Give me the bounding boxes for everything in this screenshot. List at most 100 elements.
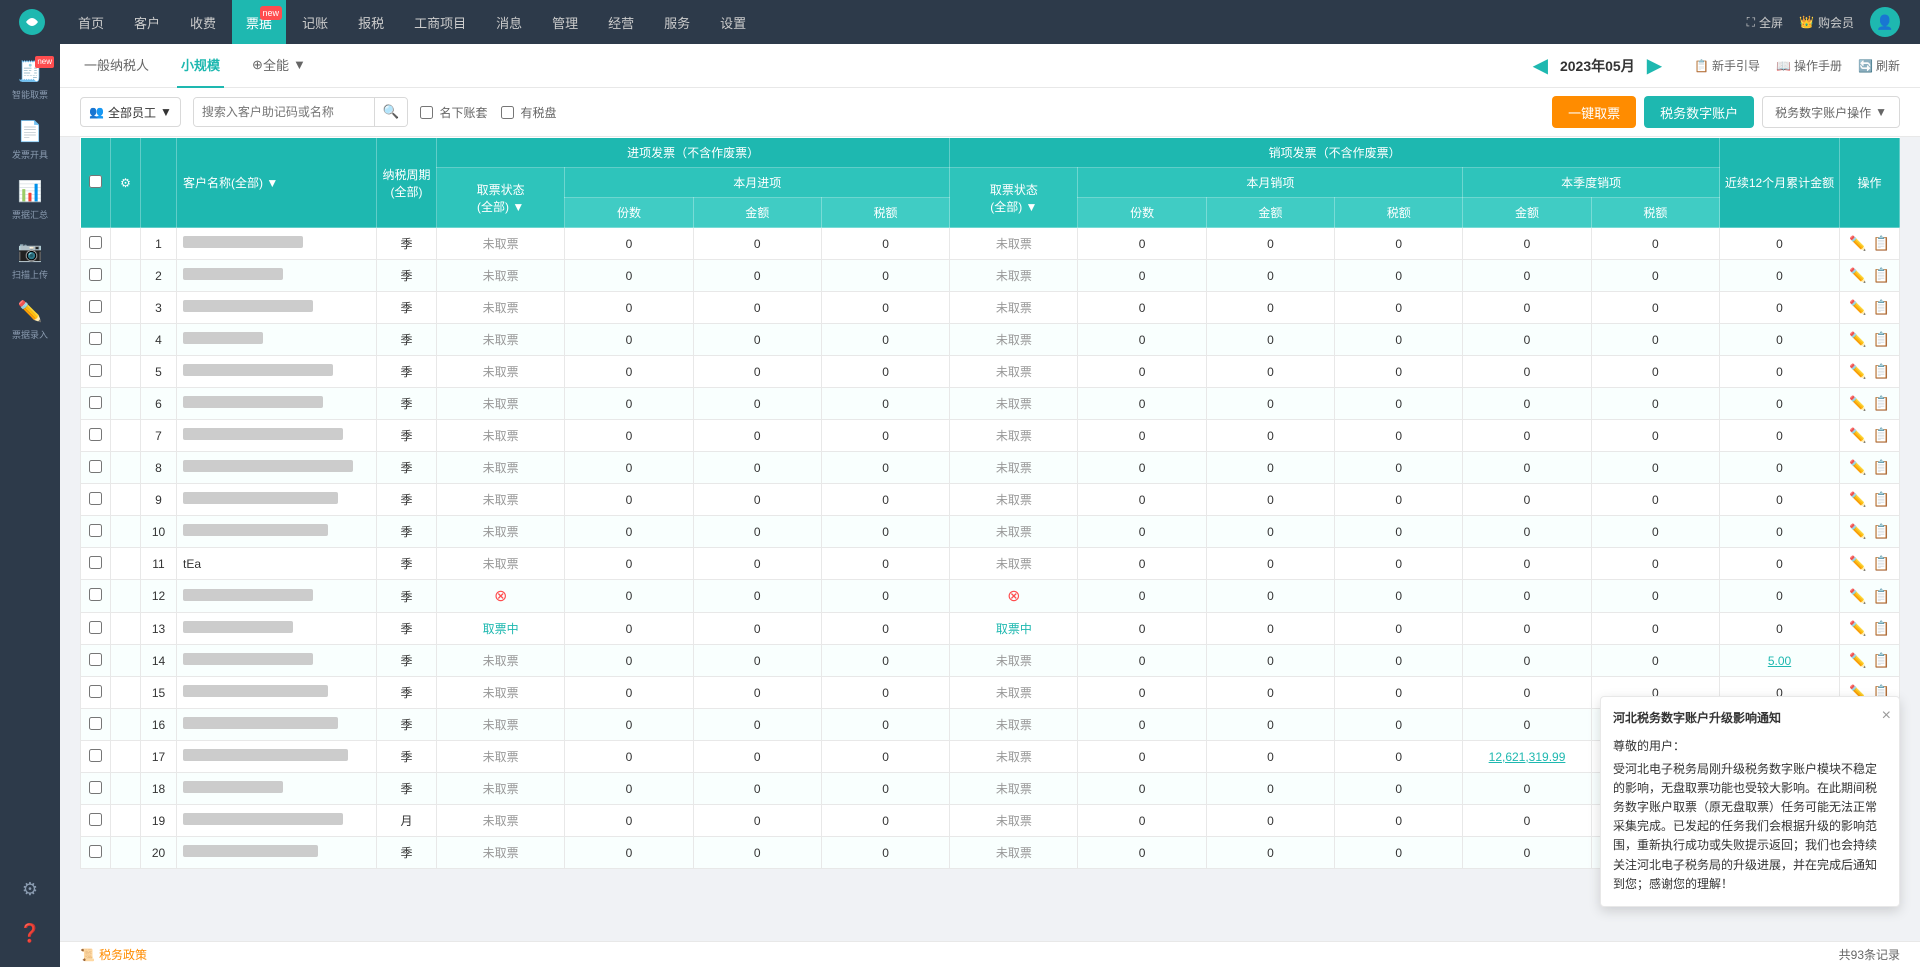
row-checkbox[interactable] [89,460,102,473]
checkbox-account[interactable] [420,106,433,119]
edit-icon[interactable]: ✏️ [1849,588,1866,605]
select-all-checkbox[interactable] [89,175,102,188]
new-guide-btn[interactable]: 📋 新手引导 [1694,57,1760,74]
sub-nav-general[interactable]: 一般纳税人 [80,44,153,88]
copy-icon[interactable]: 📋 [1873,395,1890,412]
copy-icon[interactable]: 📋 [1873,299,1890,316]
row-qtr-amount: 0 [1463,292,1591,324]
sidebar-scan-upload[interactable]: 📷 扫描上传 [2,232,58,288]
avatar[interactable]: 👤 [1870,7,1900,37]
row-qtr-amount: 0 [1463,388,1591,420]
edit-icon[interactable]: ✏️ [1849,491,1866,508]
edit-icon[interactable]: ✏️ [1849,235,1866,252]
row-checkbox[interactable] [89,781,102,794]
row-checkbox[interactable] [89,364,102,377]
settings-icon[interactable]: ⚙ [120,176,131,190]
prev-month-btn[interactable]: ◀ [1533,53,1548,78]
edit-icon[interactable]: ✏️ [1849,427,1866,444]
nav-settings[interactable]: 设置 [706,0,760,44]
copy-icon[interactable]: 📋 [1873,235,1890,252]
row-checkbox[interactable] [89,396,102,409]
nav-message[interactable]: 消息 [482,0,536,44]
staff-filter[interactable]: 👥 全部员工 ▼ [80,97,181,127]
row-actions: ✏️ 📋 [1840,228,1900,260]
edit-icon[interactable]: ✏️ [1849,523,1866,540]
copy-icon[interactable]: 📋 [1873,588,1890,605]
copy-icon[interactable]: 📋 [1873,491,1890,508]
notification-close-btn[interactable]: × [1882,703,1891,729]
row-checkbox[interactable] [89,653,102,666]
edit-icon[interactable]: ✏️ [1849,459,1866,476]
copy-icon[interactable]: 📋 [1873,555,1890,572]
copy-icon[interactable]: 📋 [1873,523,1890,540]
nav-business[interactable]: 工商项目 [400,0,480,44]
copy-icon[interactable]: 📋 [1873,267,1890,284]
sidebar-invoice-summary[interactable]: 📊 票据汇总 [2,172,58,228]
refresh-btn[interactable]: 🔄 刷新 [1858,57,1900,74]
row-checkbox[interactable] [89,268,102,281]
row-in-amount: 0 [693,292,821,324]
row-period: 季 [377,420,437,452]
row-checkbox[interactable] [89,685,102,698]
sidebar-question-btn[interactable]: ❓ [12,915,48,951]
nav-manage[interactable]: 管理 [538,0,592,44]
nav-operation[interactable]: 经营 [594,0,648,44]
edit-icon[interactable]: ✏️ [1849,555,1866,572]
sidebar-smart-invoice[interactable]: 🧾 智能取票 new [2,52,58,108]
copy-icon[interactable]: 📋 [1873,363,1890,380]
copy-icon[interactable]: 📋 [1873,427,1890,444]
row-checkbox[interactable] [89,428,102,441]
row-checkbox[interactable] [89,749,102,762]
row-checkbox[interactable] [89,524,102,537]
vip-btn[interactable]: 👑 购会员 [1799,14,1854,31]
copy-icon[interactable]: 📋 [1873,331,1890,348]
sub-nav-all[interactable]: ⊕ 全能 ▼ [248,44,310,88]
checkbox-taxpad[interactable] [501,106,514,119]
copy-icon[interactable]: 📋 [1873,620,1890,637]
nav-invoice[interactable]: 票据 new [232,0,286,44]
tax-policy-link[interactable]: 📜 税务政策 [80,946,147,963]
row-checkbox[interactable] [89,621,102,634]
nav-bookkeeping[interactable]: 记账 [288,0,342,44]
next-month-btn[interactable]: ▶ [1647,53,1662,78]
nav-charge[interactable]: 收费 [176,0,230,44]
row-checkbox[interactable] [89,300,102,313]
row-checkbox[interactable] [89,556,102,569]
row-checkbox[interactable] [89,813,102,826]
sidebar-invoice-open[interactable]: 📄 发票开具 [2,112,58,168]
fullscreen-btn[interactable]: ⛶ 全屏 [1747,14,1783,31]
filter-bar: 👥 全部员工 ▼ 🔍 名下账套 有税盘 一键取票 税务数字账户 税务数字账户操作… [60,88,1920,137]
copy-icon[interactable]: 📋 [1873,652,1890,669]
notification-title: 河北税务数字账户升级影响通知 [1613,709,1887,728]
edit-icon[interactable]: ✏️ [1849,652,1866,669]
row-checkbox[interactable] [89,717,102,730]
sidebar-invoice-entry[interactable]: ✏️ 票据录入 [2,292,58,348]
search-btn[interactable]: 🔍 [374,98,408,126]
edit-icon[interactable]: ✏️ [1849,363,1866,380]
nav-home[interactable]: 首页 [64,0,118,44]
edit-icon[interactable]: ✏️ [1849,395,1866,412]
nav-tax[interactable]: 报税 [344,0,398,44]
edit-icon[interactable]: ✏️ [1849,331,1866,348]
tax-digital-account-btn[interactable]: 税务数字账户 [1644,96,1754,128]
sidebar-settings-btn[interactable]: ⚙ [12,871,48,907]
row-checkbox[interactable] [89,492,102,505]
tax-digital-ops-btn[interactable]: 税务数字账户操作 ▼ [1762,96,1900,128]
row-qtr-tax: 0 [1591,613,1719,645]
nav-service[interactable]: 服务 [650,0,704,44]
row-checkbox[interactable] [89,332,102,345]
edit-icon[interactable]: ✏️ [1849,267,1866,284]
sub-nav-small[interactable]: 小规模 [177,44,224,88]
row-qtr-tax: 0 [1591,420,1719,452]
edit-icon[interactable]: ✏️ [1849,620,1866,637]
row-checkbox[interactable] [89,236,102,249]
row-checkbox[interactable] [89,588,102,601]
copy-icon[interactable]: 📋 [1873,459,1890,476]
manual-btn[interactable]: 📖 操作手册 [1776,57,1842,74]
row-in-count: 0 [565,580,693,613]
row-checkbox[interactable] [89,845,102,858]
nav-customer[interactable]: 客户 [120,0,174,44]
edit-icon[interactable]: ✏️ [1849,299,1866,316]
one-click-invoice-btn[interactable]: 一键取票 [1552,96,1636,128]
search-input[interactable] [194,98,374,126]
